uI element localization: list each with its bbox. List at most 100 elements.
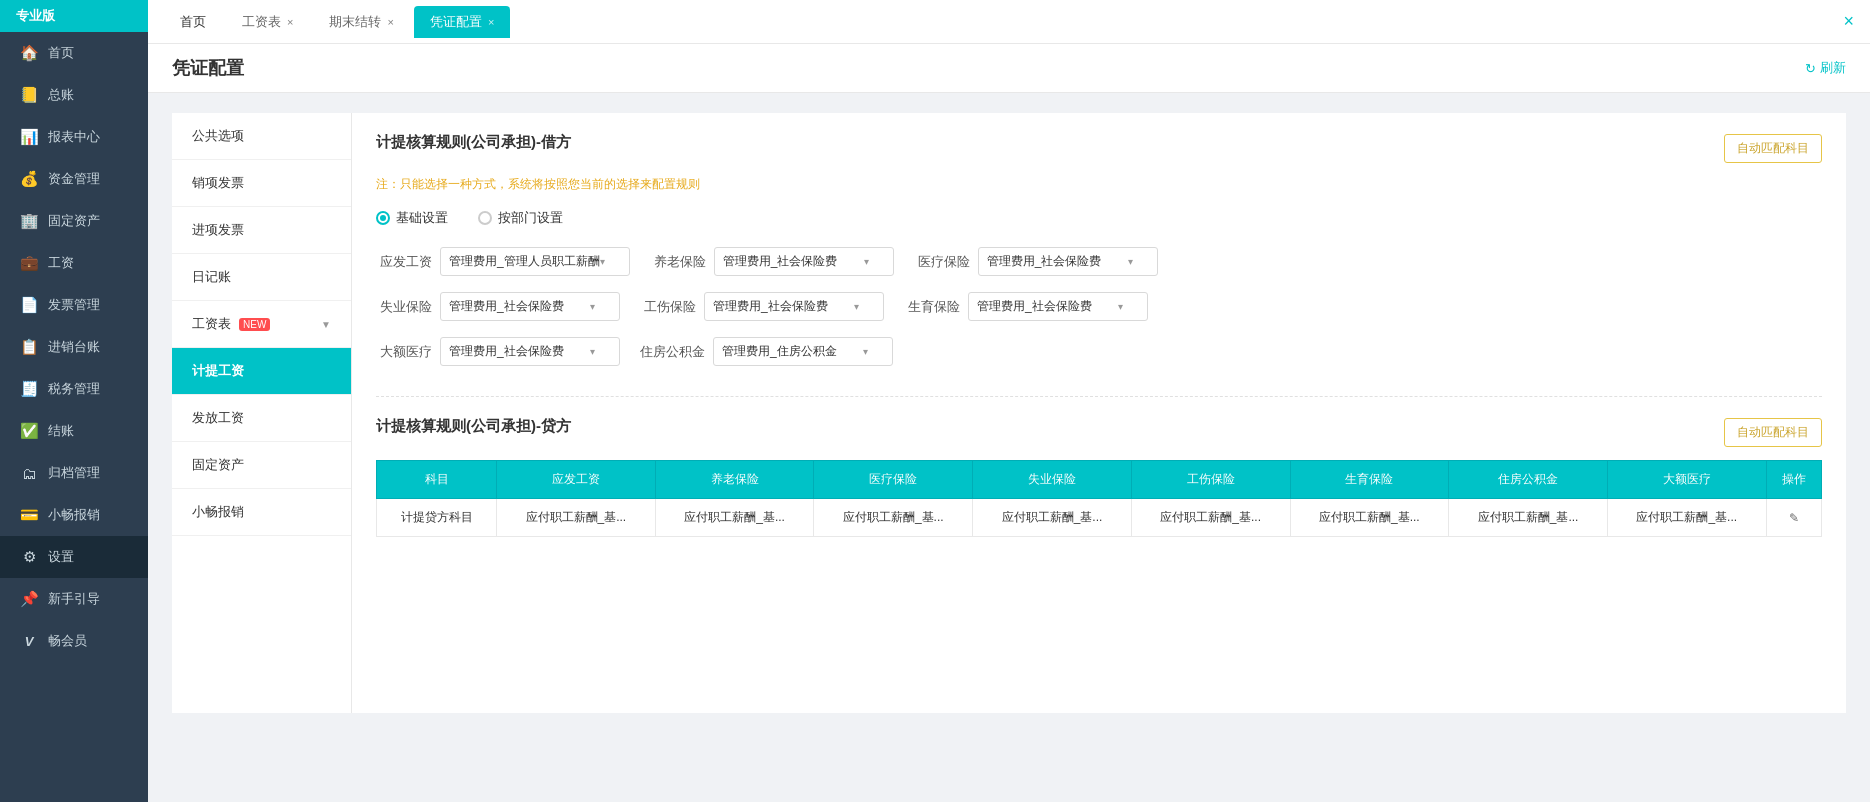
chevron-icon-7: ▾	[590, 346, 595, 357]
cell-work-injury-val: 应付职工薪酬_基...	[1131, 499, 1290, 537]
sales-icon: 📋	[20, 338, 38, 356]
form-row-3: 大额医疗 管理费用_社会保险费 ▾ 住房公积金 管理费用_住房公积金 ▾	[376, 337, 1822, 366]
main-area: 首页 工资表 × 期末结转 × 凭证配置 × × 凭证配置 ↻ 刷新	[148, 0, 1870, 802]
col-unemployment: 失业保险	[973, 461, 1132, 499]
section2-header: 计提核算规则(公司承担)-贷方 自动匹配科目	[376, 417, 1822, 448]
expense-icon: 💳	[20, 506, 38, 524]
field-medical: 医疗保险 管理费用_社会保险费 ▾	[914, 247, 1158, 276]
table-header-row: 科目 应发工资 养老保险 医疗保险 失业保险 工伤保险 生育保险 住房公积金 大…	[377, 461, 1822, 499]
expand-icon: ▼	[321, 319, 331, 330]
left-menu-item-purchase-invoice[interactable]: 进项发票	[172, 207, 351, 254]
section1-note: 注：只能选择一种方式，系统将按照您当前的选择来配置规则	[376, 176, 1822, 193]
sidebar-item-sales-ledger[interactable]: 📋 进销台账	[0, 326, 148, 368]
sidebar-item-payroll[interactable]: 💼 工资	[0, 242, 148, 284]
section1-header: 计提核算规则(公司承担)-借方 自动匹配科目	[376, 133, 1822, 164]
select-work-injury[interactable]: 管理费用_社会保险费 ▾	[704, 292, 884, 321]
sidebar-item-tax-mgmt[interactable]: 🧾 税务管理	[0, 368, 148, 410]
chevron-icon-4: ▾	[590, 301, 595, 312]
select-unemployment[interactable]: 管理费用_社会保险费 ▾	[440, 292, 620, 321]
app-brand: 专业版	[0, 0, 148, 32]
radio-dept-circle	[478, 211, 492, 225]
field-maternity: 生育保险 管理费用_社会保险费 ▾	[904, 292, 1148, 321]
chevron-icon-5: ▾	[854, 301, 859, 312]
left-menu-item-xiaochang-expense-menu[interactable]: 小畅报销	[172, 489, 351, 536]
col-subject: 科目	[377, 461, 497, 499]
select-housing-fund[interactable]: 管理费用_住房公积金 ▾	[713, 337, 893, 366]
close-payroll-tab-icon[interactable]: ×	[287, 16, 293, 28]
field-housing-fund: 住房公积金 管理费用_住房公积金 ▾	[640, 337, 893, 366]
sidebar-item-general-ledger[interactable]: 📒 总账	[0, 74, 148, 116]
tab-voucher-config[interactable]: 凭证配置 ×	[414, 6, 510, 38]
tab-payroll[interactable]: 工资表 ×	[226, 6, 309, 38]
cell-subject: 计提贷方科目	[377, 499, 497, 537]
cell-action[interactable]: ✎	[1766, 499, 1821, 537]
auto-match-btn-1[interactable]: 自动匹配科目	[1724, 134, 1822, 163]
left-menu-item-distribute-payroll[interactable]: 发放工资	[172, 395, 351, 442]
sidebar-item-close-accounts[interactable]: ✅ 结账	[0, 410, 148, 452]
radio-dept-setting[interactable]: 按部门设置	[478, 209, 563, 227]
col-work-injury: 工伤保险	[1131, 461, 1290, 499]
close-voucher-tab-icon[interactable]: ×	[488, 16, 494, 28]
left-menu-item-public-options[interactable]: 公共选项	[172, 113, 351, 160]
left-menu-item-fixed-assets-menu[interactable]: 固定资产	[172, 442, 351, 489]
sidebar-item-home[interactable]: 🏠 首页	[0, 32, 148, 74]
sidebar-item-xiaochang-expense[interactable]: 💳 小畅报销	[0, 494, 148, 536]
tab-period-close[interactable]: 期末结转 ×	[313, 6, 409, 38]
refresh-icon: ↻	[1805, 61, 1816, 76]
refresh-button[interactable]: ↻ 刷新	[1805, 59, 1846, 77]
radio-group: 基础设置 按部门设置	[376, 209, 1822, 227]
sidebar-item-funds[interactable]: 💰 资金管理	[0, 158, 148, 200]
reports-icon: 📊	[20, 128, 38, 146]
select-maternity[interactable]: 管理费用_社会保险费 ▾	[968, 292, 1148, 321]
sidebar-item-invoice-mgmt[interactable]: 📄 发票管理	[0, 284, 148, 326]
left-menu-item-journal[interactable]: 日记账	[172, 254, 351, 301]
chevron-icon-2: ▾	[864, 256, 869, 267]
left-menu: 公共选项 销项发票 进项发票 日记账 工资表 NEW ▼	[172, 113, 352, 713]
cell-unemployment-val: 应付职工薪酬_基...	[973, 499, 1132, 537]
sidebar-item-new-user-guide[interactable]: 📌 新手引导	[0, 578, 148, 620]
content-layout: 公共选项 销项发票 进项发票 日记账 工资表 NEW ▼	[172, 113, 1846, 713]
form-row-1: 应发工资 管理费用_管理人员职工薪酬 ▾ 养老保险 管理费用_社会保险费 ▾	[376, 247, 1822, 276]
edit-icon[interactable]: ✎	[1789, 511, 1799, 525]
sidebar-item-fixed-assets[interactable]: 🏢 固定资产	[0, 200, 148, 242]
left-menu-item-accrual-payroll[interactable]: 计提工资	[172, 348, 351, 395]
ledger-icon: 📒	[20, 86, 38, 104]
select-salary[interactable]: 管理费用_管理人员职工薪酬 ▾	[440, 247, 630, 276]
auto-match-btn-2[interactable]: 自动匹配科目	[1724, 418, 1822, 447]
main-content: 公共选项 销项发票 进项发票 日记账 工资表 NEW ▼	[148, 93, 1870, 802]
col-salary: 应发工资	[497, 461, 656, 499]
right-content: 计提核算规则(公司承担)-借方 自动匹配科目 注：只能选择一种方式，系统将按照您…	[352, 113, 1846, 713]
chevron-icon-6: ▾	[1118, 301, 1123, 312]
sidebar-item-reports[interactable]: 📊 报表中心	[0, 116, 148, 158]
radio-basic-circle	[376, 211, 390, 225]
left-menu-item-sales-invoice[interactable]: 销项发票	[172, 160, 351, 207]
col-pension: 养老保险	[655, 461, 814, 499]
sidebar-item-archive-mgmt[interactable]: 🗂 归档管理	[0, 452, 148, 494]
tab-home[interactable]: 首页	[164, 6, 222, 38]
invoice-icon: 📄	[20, 296, 38, 314]
close-period-tab-icon[interactable]: ×	[387, 16, 393, 28]
col-housing-fund: 住房公积金	[1449, 461, 1608, 499]
page-title: 凭证配置	[172, 56, 244, 80]
sidebar: 专业版 🏠 首页 📒 总账 📊 报表中心 💰 资金管理 🏢 固定资产 💼 工资 …	[0, 0, 148, 802]
close-accounts-icon: ✅	[20, 422, 38, 440]
page-header: 凭证配置 ↻ 刷新	[148, 44, 1870, 93]
tax-icon: 🧾	[20, 380, 38, 398]
field-unemployment: 失业保险 管理费用_社会保险费 ▾	[376, 292, 620, 321]
funds-icon: 💰	[20, 170, 38, 188]
cell-pension-val: 应付职工薪酬_基...	[655, 499, 814, 537]
archive-icon: 🗂	[20, 464, 38, 482]
select-large-medical[interactable]: 管理费用_社会保险费 ▾	[440, 337, 620, 366]
form-row-2: 失业保险 管理费用_社会保险费 ▾ 工伤保险 管理费用_社会保险费 ▾	[376, 292, 1822, 321]
radio-basic-setting[interactable]: 基础设置	[376, 209, 448, 227]
left-menu-item-payroll-table[interactable]: 工资表 NEW ▼	[172, 301, 351, 348]
sidebar-item-member[interactable]: V 畅会员	[0, 620, 148, 662]
col-action: 操作	[1766, 461, 1821, 499]
select-medical[interactable]: 管理费用_社会保险费 ▾	[978, 247, 1158, 276]
field-salary: 应发工资 管理费用_管理人员职工薪酬 ▾	[376, 247, 630, 276]
guide-icon: 📌	[20, 590, 38, 608]
sidebar-item-settings[interactable]: ⚙ 设置	[0, 536, 148, 578]
close-main-icon[interactable]: ×	[1843, 11, 1854, 32]
select-pension[interactable]: 管理费用_社会保险费 ▾	[714, 247, 894, 276]
field-work-injury: 工伤保险 管理费用_社会保险费 ▾	[640, 292, 884, 321]
